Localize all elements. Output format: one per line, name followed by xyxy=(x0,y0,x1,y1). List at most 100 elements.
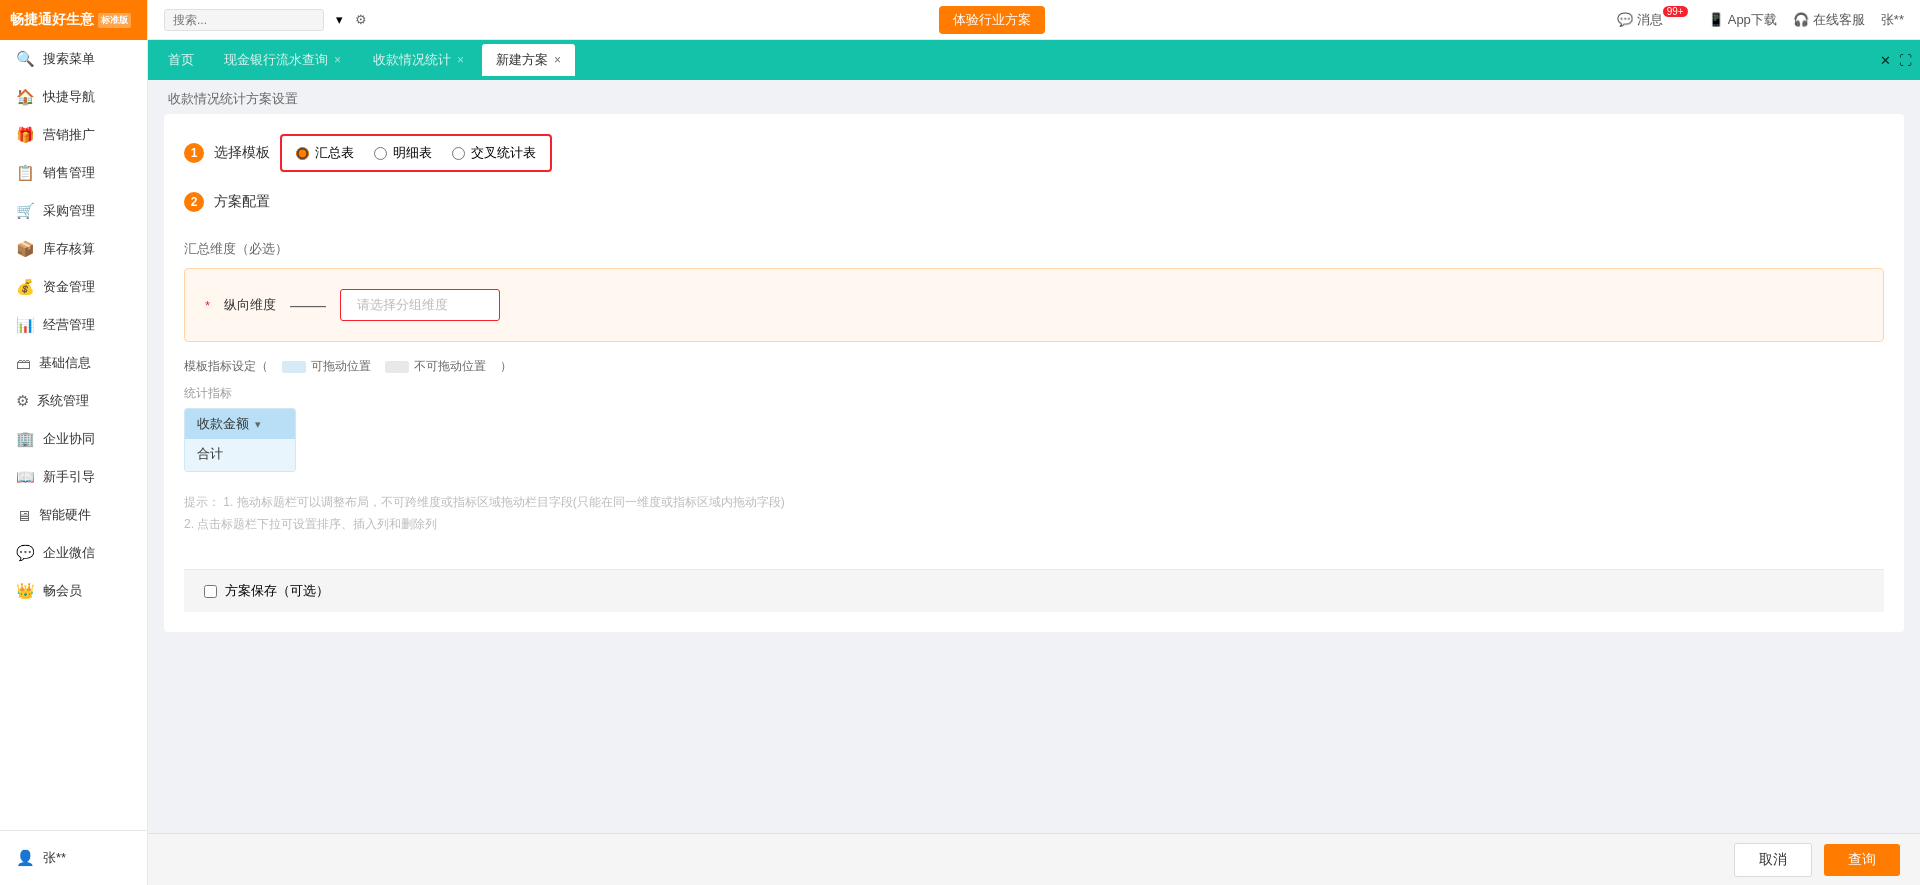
sidebar-item-inventory[interactable]: 📦库存核算 xyxy=(0,230,147,268)
sidebar-item-search-menu[interactable]: 🔍 搜索菜单 xyxy=(0,40,147,78)
dim-placeholder: 请选择分组维度 xyxy=(357,297,448,312)
vertical-dim-label: 纵向维度 xyxy=(224,296,276,314)
top-header: ▾ ⚙ 体验行业方案 💬 消息 99+ 📱 App下载 🎧 在线客服 张** xyxy=(148,0,1920,40)
sidebar-user-name: 张** xyxy=(43,849,66,867)
sidebar-item-purchase[interactable]: 🛒采购管理 xyxy=(0,192,147,230)
trial-button[interactable]: 体验行业方案 xyxy=(939,6,1045,34)
metrics-col-1: 收款金额 ▾ 合计 xyxy=(185,409,295,471)
content-area: 收款情况统计方案设置 1 选择模板 汇总表 明细表 xyxy=(148,80,1920,833)
tab-bar-left: 首页 现金银行流水查询×收款情况统计×新建方案× xyxy=(156,44,575,76)
sidebar-icon-marketing: 🎁 xyxy=(16,126,35,144)
download-item[interactable]: 📱 App下载 xyxy=(1708,11,1777,29)
tab-label-bank-flow: 现金银行流水查询 xyxy=(224,51,328,69)
metrics-section: 模板指标设定（ 可拖动位置 不可拖动位置 ） xyxy=(184,358,1884,472)
sidebar-icon-operation: 📊 xyxy=(16,316,35,334)
metrics-container: 统计指标 收款金额 ▾ 合计 xyxy=(184,385,1884,472)
radio-detail[interactable]: 明细表 xyxy=(374,144,432,162)
page-title: 收款情况统计方案设置 xyxy=(168,91,298,106)
step1-section: 1 选择模板 汇总表 明细表 交叉统计表 xyxy=(184,134,1884,172)
sidebar-label-member: 畅会员 xyxy=(43,582,82,600)
message-badge: 99+ xyxy=(1663,6,1688,17)
sidebar-item-sales[interactable]: 📋销售管理 xyxy=(0,154,147,192)
legend-nondraggable: 不可拖动位置 xyxy=(385,358,486,375)
tab-bank-flow[interactable]: 现金银行流水查询 × xyxy=(210,44,355,76)
sidebar-logo: 畅捷通好生意 标准版 xyxy=(0,0,147,40)
tip-line2: 2. 点击标题栏下拉可设置排序、插入列和删除列 xyxy=(184,514,1884,536)
tab-new-plan[interactable]: 新建方案 × xyxy=(482,44,575,76)
close-window-icon[interactable]: ✕ xyxy=(1880,53,1891,68)
tab-label-new-plan: 新建方案 xyxy=(496,51,548,69)
step1-header: 1 选择模板 汇总表 明细表 交叉统计表 xyxy=(184,134,1884,172)
search-input[interactable] xyxy=(164,9,324,31)
chevron-down-icon[interactable]: ▾ xyxy=(336,12,343,27)
maximize-window-icon[interactable]: ⛶ xyxy=(1899,53,1912,68)
sidebar-label-quick-nav: 快捷导航 xyxy=(43,88,95,106)
sidebar-footer: 👤 张** xyxy=(0,830,147,885)
main-area: ▾ ⚙ 体验行业方案 💬 消息 99+ 📱 App下载 🎧 在线客服 张** xyxy=(148,0,1920,885)
plan-save-label: 方案保存（可选） xyxy=(225,582,329,600)
sidebar-item-member[interactable]: 👑 畅会员 xyxy=(0,572,147,610)
message-item[interactable]: 💬 消息 99+ xyxy=(1617,11,1692,29)
gear-icon[interactable]: ⚙ xyxy=(355,12,367,27)
bottom-bar: 取消 查询 xyxy=(148,833,1920,885)
summary-dim-label: 汇总维度（必选） xyxy=(184,240,1884,258)
radio-cross[interactable]: 交叉统计表 xyxy=(452,144,536,162)
sidebar-icon-finance: 💰 xyxy=(16,278,35,296)
step1-title: 选择模板 xyxy=(214,144,270,162)
nondraggable-dot xyxy=(385,361,409,373)
sidebar-label-search-menu: 搜索菜单 xyxy=(43,50,95,68)
tips-section: 提示： 1. 拖动标题栏可以调整布局，不可跨维度或指标区域拖动栏目字段(只能在同… xyxy=(184,492,1884,535)
sidebar-icon-inventory: 📦 xyxy=(16,240,35,258)
sidebar-icon-quick-nav: 🏠 xyxy=(16,88,35,106)
download-icon: 📱 xyxy=(1708,12,1724,27)
sidebar-item-guide[interactable]: 📖新手引导 xyxy=(0,458,147,496)
sidebar-label-basic: 基础信息 xyxy=(39,354,91,372)
sidebar-item-system[interactable]: ⚙系统管理 xyxy=(0,382,147,420)
dimension-row: * 纵向维度 —— 请选择分组维度 xyxy=(205,289,1863,321)
sidebar-icon-hardware: 🖥 xyxy=(16,507,31,524)
sidebar-label-operation: 经营管理 xyxy=(43,316,95,334)
user-account: 张** xyxy=(1881,11,1904,29)
radio-cross-label: 交叉统计表 xyxy=(471,144,536,162)
sidebar-label-purchase: 采购管理 xyxy=(43,202,95,220)
col-dropdown-icon[interactable]: ▾ xyxy=(255,418,261,431)
radio-summary[interactable]: 汇总表 xyxy=(296,144,354,162)
sidebar-label-marketing: 营销推广 xyxy=(43,126,95,144)
sidebar-icon-search-menu: 🔍 xyxy=(16,50,35,68)
sidebar-label-sales: 销售管理 xyxy=(43,164,95,182)
cancel-button[interactable]: 取消 xyxy=(1734,843,1812,877)
sidebar-item-operation[interactable]: 📊 经营管理 xyxy=(0,306,147,344)
top-header-left: ▾ ⚙ xyxy=(164,9,367,31)
sidebar-label-system: 系统管理 xyxy=(37,392,89,410)
sidebar-item-wechat[interactable]: 💬企业微信 xyxy=(0,534,147,572)
tab-receipt-stat[interactable]: 收款情况统计× xyxy=(359,44,478,76)
config-box: * 纵向维度 —— 请选择分组维度 xyxy=(184,268,1884,342)
tab-home[interactable]: 首页 xyxy=(156,44,206,76)
sidebar-item-quick-nav[interactable]: 🏠 快捷导航 xyxy=(0,78,147,116)
stat-label: 统计指标 xyxy=(184,385,1884,402)
sidebar-item-finance[interactable]: 💰资金管理 xyxy=(0,268,147,306)
plan-save-checkbox[interactable] xyxy=(204,585,217,598)
service-item[interactable]: 🎧 在线客服 xyxy=(1793,11,1865,29)
logo-badge: 标准版 xyxy=(98,13,131,28)
step1-badge: 1 xyxy=(184,143,204,163)
col-header[interactable]: 收款金额 ▾ xyxy=(185,409,295,439)
service-label: 在线客服 xyxy=(1813,11,1865,29)
tab-close-new-plan[interactable]: × xyxy=(554,53,561,67)
sidebar: 畅捷通好生意 标准版 🔍 搜索菜单 🏠 快捷导航 🎁 营销推广 📋销售管理🛒采购管理📦库存核… xyxy=(0,0,148,885)
tab-close-bank-flow[interactable]: × xyxy=(334,53,341,67)
template-options: 汇总表 明细表 交叉统计表 xyxy=(280,134,552,172)
sidebar-item-marketing[interactable]: 🎁 营销推广 xyxy=(0,116,147,154)
sidebar-icon-member: 👑 xyxy=(16,582,35,600)
sidebar-item-hardware[interactable]: 🖥 智能硬件 xyxy=(0,496,147,534)
query-button[interactable]: 查询 xyxy=(1824,844,1900,876)
sidebar-label-enterprise: 企业协同 xyxy=(43,430,95,448)
dim-input[interactable]: 请选择分组维度 xyxy=(340,289,500,321)
sidebar-item-user[interactable]: 👤 张** xyxy=(0,839,147,877)
step2-section: 2 方案配置 汇总维度（必选） * 纵向维度 —— 请选择分组 xyxy=(184,192,1884,549)
sidebar-item-basic[interactable]: 🗃基础信息 xyxy=(0,344,147,382)
tab-close-receipt-stat[interactable]: × xyxy=(457,53,464,67)
sidebar-label-hardware: 智能硬件 xyxy=(39,506,91,524)
sidebar-item-enterprise[interactable]: 🏢企业协同 xyxy=(0,420,147,458)
sidebar-label-guide: 新手引导 xyxy=(43,468,95,486)
